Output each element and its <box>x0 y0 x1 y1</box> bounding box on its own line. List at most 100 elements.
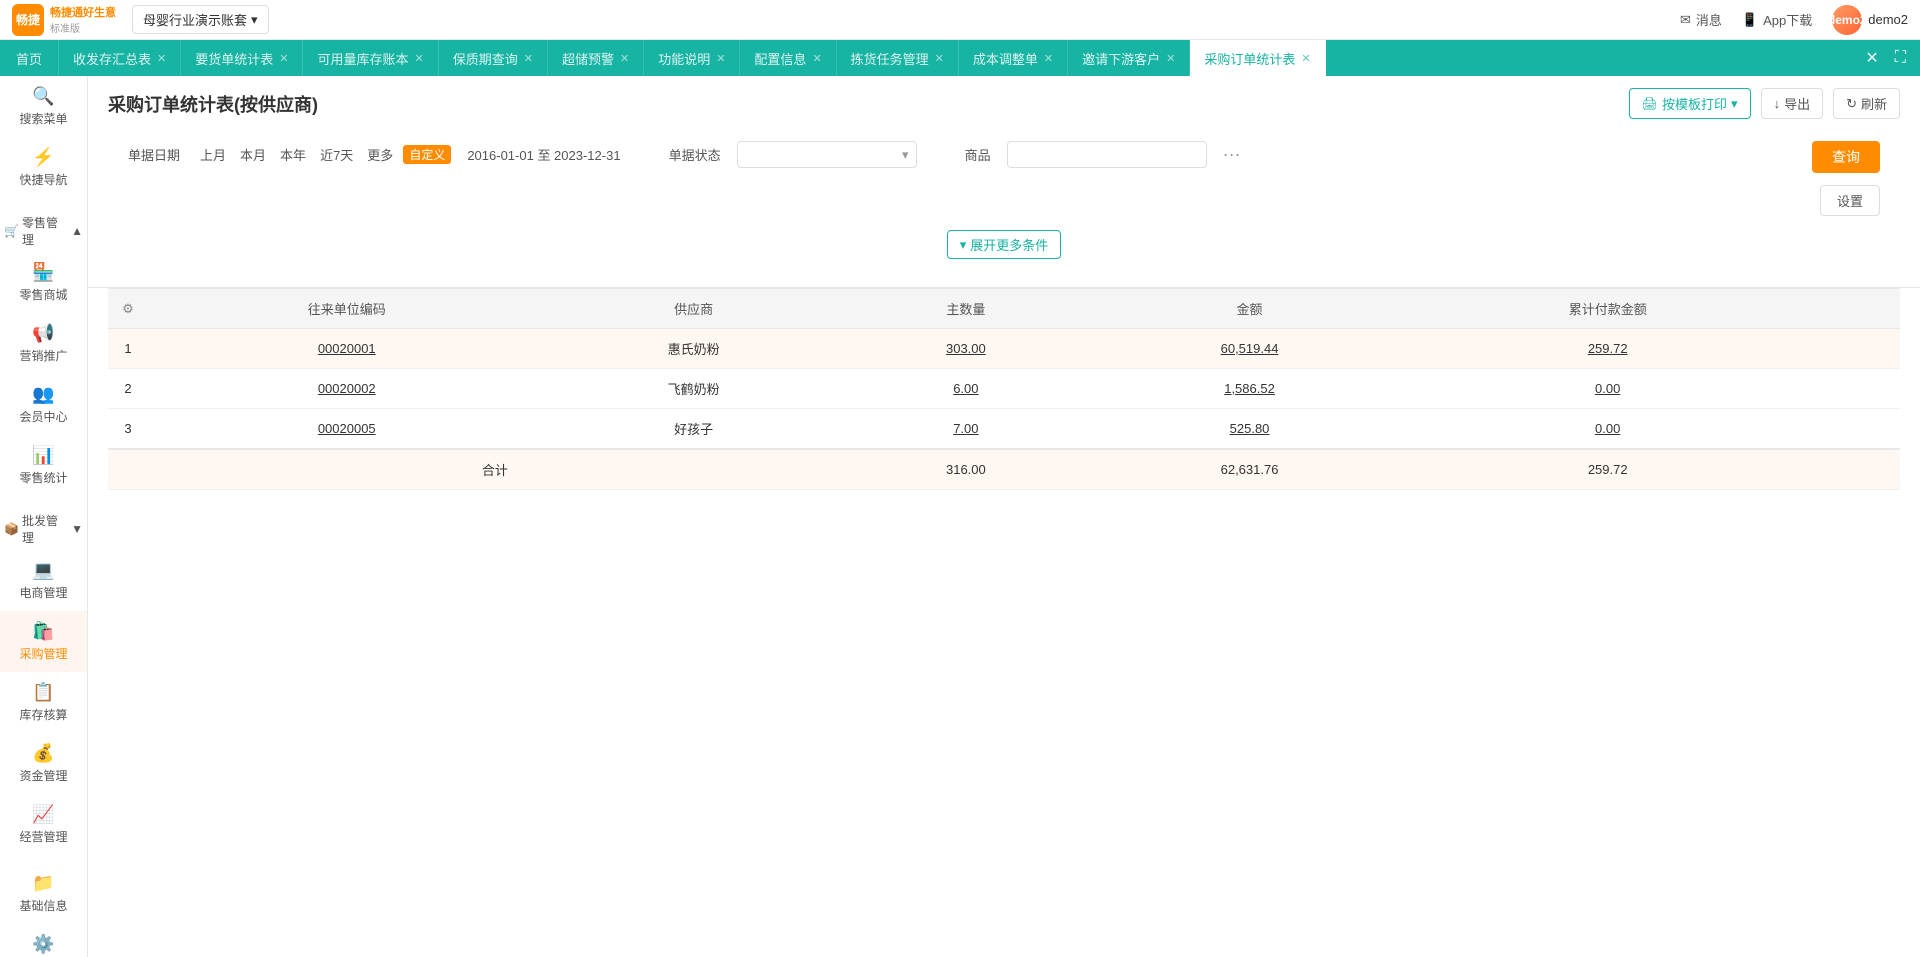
expand-down-icon: ▾ <box>960 237 967 253</box>
td-qty-3[interactable]: 7.00 <box>842 409 1090 450</box>
settings-button[interactable]: 设置 <box>1820 185 1880 216</box>
retail-toggle-icon: ▲ <box>71 224 83 238</box>
workspace-selector[interactable]: 母婴行业演示账套 ▾ <box>132 5 269 34</box>
sidebar-item-wholesale-mgmt[interactable]: 📦 批发管理 ▼ <box>0 504 87 550</box>
purchase-icon: 🛍️ <box>32 621 54 642</box>
th-settings[interactable]: ⚙ <box>108 289 148 329</box>
sidebar-item-operation[interactable]: 📈 经营管理 <box>0 794 87 855</box>
app-download-btn[interactable]: 📱 App下载 <box>1742 10 1812 29</box>
tab-close-pick-task[interactable]: ✕ <box>935 52 944 65</box>
tab-fullscreen-btn[interactable]: ⛶ <box>1889 47 1912 69</box>
query-button[interactable]: 查询 <box>1812 141 1880 173</box>
sidebar-item-member[interactable]: 👥 会员中心 <box>0 374 87 435</box>
shortcut-more[interactable]: 更多 <box>363 143 397 166</box>
sidebar-item-basic-info[interactable]: 📁 基础信息 <box>0 863 87 924</box>
search-icon: 🔍 <box>32 86 54 107</box>
sidebar-item-marketing[interactable]: 📢 营销推广 <box>0 313 87 374</box>
tab-close-overstock[interactable]: ✕ <box>620 52 629 65</box>
basic-info-icon: 📁 <box>32 873 54 894</box>
th-code: 往来单位编码 <box>148 289 545 329</box>
tab-invite-downstream[interactable]: 邀请下游客户 ✕ <box>1068 40 1190 76</box>
td-code-3[interactable]: 00020005 <box>148 409 545 450</box>
goods-input[interactable] <box>1007 141 1207 168</box>
system-icon: ⚙️ <box>32 934 54 955</box>
tab-close-cost-adjust[interactable]: ✕ <box>1044 52 1053 65</box>
print-button[interactable]: 🖨 按模板打印 ▾ <box>1629 88 1751 119</box>
tab-close-all-btn[interactable]: ✕ <box>1859 46 1884 70</box>
filter-right: 查询 设置 <box>1812 141 1880 216</box>
message-btn[interactable]: ✉ 消息 <box>1680 10 1722 29</box>
tab-close-invite[interactable]: ✕ <box>1166 52 1175 65</box>
sidebar-item-retail-stat[interactable]: 📊 零售统计 <box>0 435 87 496</box>
tab-close-goods-stat[interactable]: ✕ <box>279 52 288 65</box>
tab-config[interactable]: 配置信息 ✕ <box>740 40 836 76</box>
tab-warranty[interactable]: 保质期查询 ✕ <box>439 40 548 76</box>
td-code-2[interactable]: 00020002 <box>148 369 545 409</box>
table-footer: 合计 316.00 62,631.76 259.72 <box>108 449 1900 490</box>
workspace-chevron: ▾ <box>251 12 258 28</box>
filter-row-date: 单据日期 上月 本月 本年 近7天 更多 自定义 2016-01-01 至 20… <box>128 141 1792 168</box>
footer-empty <box>108 449 148 490</box>
tab-close-config[interactable]: ✕ <box>812 52 821 65</box>
sidebar-item-quick-nav[interactable]: ⚡ 快捷导航 <box>0 137 87 198</box>
sidebar-item-stock-check[interactable]: 📋 库存核算 <box>0 672 87 733</box>
th-paid: 累计付款金额 <box>1409 289 1806 329</box>
goods-filter-label: 商品 <box>965 145 991 164</box>
td-paid-1[interactable]: 259.72 <box>1409 329 1806 369</box>
member-icon: 👥 <box>32 384 54 405</box>
tab-purchase-stat[interactable]: 采购订单统计表 ✕ <box>1190 40 1325 76</box>
tab-overstock[interactable]: 超储预警 ✕ <box>548 40 644 76</box>
tab-home[interactable]: 首页 <box>0 40 59 76</box>
td-supplier-2: 飞鹤奶粉 <box>545 369 841 409</box>
td-qty-2[interactable]: 6.00 <box>842 369 1090 409</box>
export-icon: ↓ <box>1774 96 1781 111</box>
shortcut-this-month[interactable]: 本月 <box>236 143 270 166</box>
more-dots-btn[interactable]: ··· <box>1223 144 1241 165</box>
tab-goods-stat[interactable]: 要货单统计表 ✕ <box>181 40 303 76</box>
logo-area: 畅捷 畅捷通好生意 标准版 <box>12 4 116 36</box>
refresh-button[interactable]: ↻ 刷新 <box>1833 88 1900 119</box>
retail-store-icon: 🏪 <box>32 262 54 283</box>
td-code-1[interactable]: 00020001 <box>148 329 545 369</box>
shortcut-7days[interactable]: 近7天 <box>316 143 357 166</box>
sidebar-item-system[interactable]: ⚙️ 系统管理 <box>0 924 87 957</box>
custom-tag: 自定义 <box>403 145 451 164</box>
sidebar-item-ecommerce[interactable]: 💻 电商管理 <box>0 550 87 611</box>
tab-receive-pay[interactable]: 收发存汇总表 ✕ <box>59 40 181 76</box>
expand-conditions-btn[interactable]: ▾ 展开更多条件 <box>947 230 1062 259</box>
shortcut-last-month[interactable]: 上月 <box>196 143 230 166</box>
td-qty-1[interactable]: 303.00 <box>842 329 1090 369</box>
td-extra-1 <box>1806 329 1900 369</box>
filter-area: 单据日期 上月 本月 本年 近7天 更多 自定义 2016-01-01 至 20… <box>108 131 1900 287</box>
table-gear-icon[interactable]: ⚙ <box>122 301 134 316</box>
th-amount: 金额 <box>1090 289 1409 329</box>
export-button[interactable]: ↓ 导出 <box>1761 88 1824 119</box>
status-select[interactable] <box>737 141 917 168</box>
td-amount-3[interactable]: 525.80 <box>1090 409 1409 450</box>
tab-available-stock[interactable]: 可用量库存账本 ✕ <box>303 40 438 76</box>
marketing-icon: 📢 <box>32 323 54 344</box>
tab-close-purchase-stat[interactable]: ✕ <box>1301 52 1310 65</box>
tab-cost-adjust[interactable]: 成本调整单 ✕ <box>959 40 1068 76</box>
td-amount-1[interactable]: 60,519.44 <box>1090 329 1409 369</box>
user-area[interactable]: demo2 demo2 <box>1832 5 1908 35</box>
sidebar-item-retail-mgmt[interactable]: 🛒 零售管理 ▲ <box>0 206 87 252</box>
tab-pick-task[interactable]: 拣货任务管理 ✕ <box>837 40 959 76</box>
td-amount-2[interactable]: 1,586.52 <box>1090 369 1409 409</box>
td-paid-2[interactable]: 0.00 <box>1409 369 1806 409</box>
footer-qty: 316.00 <box>842 449 1090 490</box>
tab-close-warranty[interactable]: ✕ <box>524 52 533 65</box>
footer-row: 合计 316.00 62,631.76 259.72 <box>108 449 1900 490</box>
tab-func-desc[interactable]: 功能说明 ✕ <box>644 40 740 76</box>
tab-close-available-stock[interactable]: ✕ <box>415 52 424 65</box>
td-paid-3[interactable]: 0.00 <box>1409 409 1806 450</box>
shortcut-this-year[interactable]: 本年 <box>276 143 310 166</box>
page-title: 采购订单统计表(按供应商) <box>108 91 318 117</box>
tab-close-receive-pay[interactable]: ✕ <box>157 52 166 65</box>
sidebar-item-finance[interactable]: 💰 资金管理 <box>0 733 87 794</box>
tab-bar-end: ✕ ⛶ <box>1859 46 1920 70</box>
sidebar-item-retail-store[interactable]: 🏪 零售商城 <box>0 252 87 313</box>
sidebar-item-purchase-mgmt[interactable]: 🛍️ 采购管理 <box>0 611 87 672</box>
sidebar-item-search[interactable]: 🔍 搜索菜单 <box>0 76 87 137</box>
tab-close-func-desc[interactable]: ✕ <box>716 52 725 65</box>
